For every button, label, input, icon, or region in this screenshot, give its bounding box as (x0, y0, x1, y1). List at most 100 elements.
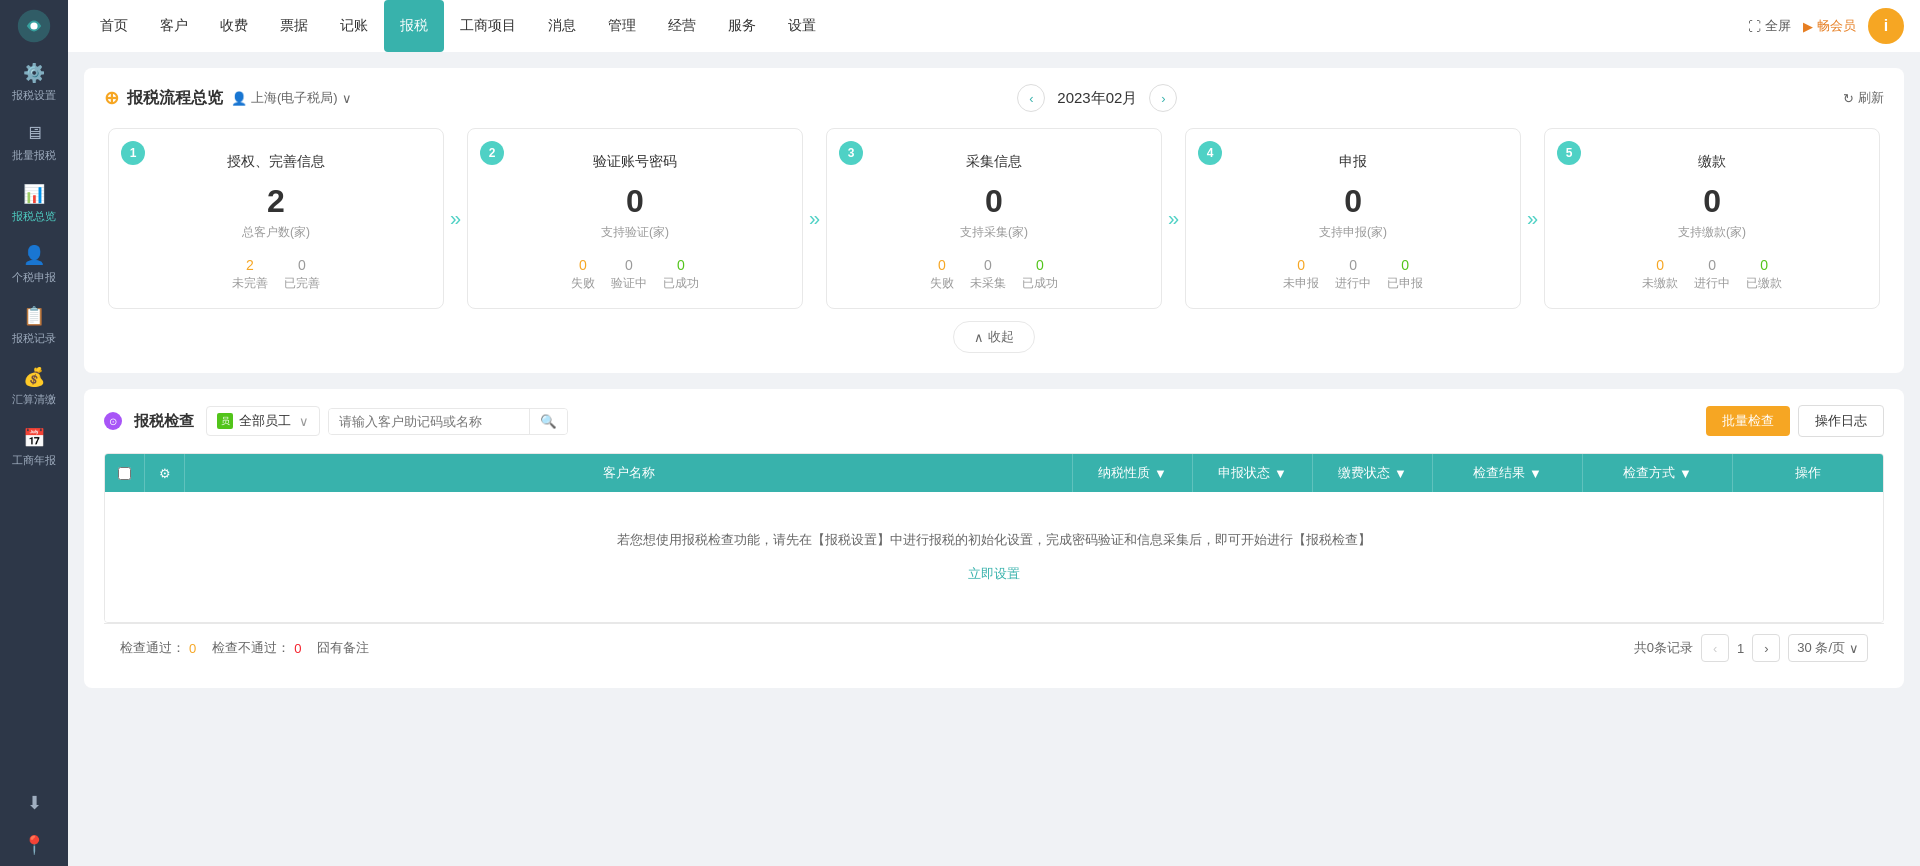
step-5-stat-2[interactable]: 0 已缴款 (1746, 257, 1782, 292)
step-2-stat-1[interactable]: 0 验证中 (611, 257, 647, 292)
step-5-count: 0 (1561, 183, 1863, 220)
step-3-stat-1[interactable]: 0 未采集 (970, 257, 1006, 292)
overview-header: ⊕ 报税流程总览 👤 上海(电子税局) ∨ ‹ 2023年02月 › ↻ 刷新 (104, 84, 1884, 112)
topnav: 首页 客户 收费 票据 记账 报税 工商项目 消息 (68, 0, 1920, 52)
step-1-stat-1-label: 已完善 (284, 275, 320, 292)
next-page-btn[interactable]: › (1752, 634, 1780, 662)
content-area: ⊕ 报税流程总览 👤 上海(电子税局) ∨ ‹ 2023年02月 › ↻ 刷新 (68, 52, 1920, 866)
fail-count[interactable]: 0 (294, 641, 301, 656)
filter-icon: ▼ (1679, 466, 1692, 481)
next-month-btn[interactable]: › (1149, 84, 1177, 112)
nav-invoice[interactable]: 票据 (264, 0, 324, 52)
search-button[interactable]: 🔍 (529, 409, 567, 434)
search-wrap: 🔍 (328, 408, 568, 435)
prev-page-btn[interactable]: ‹ (1701, 634, 1729, 662)
step-2-number: 2 (480, 141, 504, 165)
topnav-right: ⛶ 全屏 ▶ 畅会员 i (1748, 8, 1904, 44)
vip-icon: ▶ (1803, 19, 1813, 34)
sidebar-item-location[interactable]: 📍 (0, 824, 68, 866)
step-3-card: 3 采集信息 0 支持采集(家) 0 失败 0 未采集 (826, 128, 1162, 309)
check-header: ⊙ 报税检查 员 全部员工 ∨ 🔍 批量检查 操作日志 (104, 405, 1884, 437)
location-icon: 📍 (23, 834, 45, 856)
nav-customer[interactable]: 客户 (144, 0, 204, 52)
step-4-title: 申报 (1202, 153, 1504, 171)
step-4-stat-2[interactable]: 0 已申报 (1387, 257, 1423, 292)
fail-stat: 检查不通过： 0 (212, 639, 301, 657)
per-page-select[interactable]: 30 条/页 ∨ (1788, 634, 1868, 662)
step-2-card: 2 验证账号密码 0 支持验证(家) 0 失败 0 验证中 (467, 128, 803, 309)
employee-filter[interactable]: 员 全部员工 ∨ (206, 406, 320, 436)
step-1-stat-0-label: 未完善 (232, 275, 268, 292)
sidebar-item-tax-records[interactable]: 📋 报税记录 (0, 295, 68, 356)
sidebar-item-personal-tax[interactable]: 👤 个税申报 (0, 234, 68, 295)
sidebar-bottom: ⬇ 📍 (0, 782, 68, 866)
step-4-stat-0[interactable]: 0 未申报 (1283, 257, 1319, 292)
nav-accounting[interactable]: 记账 (324, 0, 384, 52)
nav-home[interactable]: 首页 (84, 0, 144, 52)
location-tag[interactable]: 👤 上海(电子税局) ∨ (231, 89, 352, 107)
clearing-icon: 💰 (23, 366, 45, 388)
search-input[interactable] (329, 409, 529, 434)
sidebar-item-clearing[interactable]: 💰 汇算清缴 (0, 356, 68, 417)
step-4-card: 4 申报 0 支持申报(家) 0 未申报 0 进行中 (1185, 128, 1521, 309)
step-4-stat-1[interactable]: 0 进行中 (1335, 257, 1371, 292)
tax-settings-icon: ⚙️ (23, 62, 45, 84)
select-all-checkbox[interactable] (118, 467, 131, 480)
step-1-stat-1[interactable]: 0 已完善 (284, 257, 320, 292)
refresh-icon: ↻ (1843, 91, 1854, 106)
step-5-stat-0[interactable]: 0 未缴款 (1642, 257, 1678, 292)
step-1-stat-0[interactable]: 2 未完善 (232, 257, 268, 292)
th-check-method[interactable]: 检查方式 ▼ (1583, 454, 1733, 492)
vip-btn[interactable]: ▶ 畅会员 (1803, 17, 1856, 35)
user-avatar[interactable]: i (1868, 8, 1904, 44)
th-payment-status[interactable]: 缴费状态 ▼ (1313, 454, 1433, 492)
refresh-btn[interactable]: ↻ 刷新 (1843, 89, 1884, 107)
nav-tax[interactable]: 报税 (384, 0, 444, 52)
nav-business[interactable]: 工商项目 (444, 0, 532, 52)
step-3-title: 采集信息 (843, 153, 1145, 171)
step-1-count: 2 (125, 183, 427, 220)
sidebar-item-annual-report[interactable]: 📅 工商年报 (0, 417, 68, 478)
step-5-stat-1[interactable]: 0 进行中 (1694, 257, 1730, 292)
th-settings[interactable]: ⚙ (145, 454, 185, 492)
fullscreen-btn[interactable]: ⛶ 全屏 (1748, 17, 1791, 35)
collapse-row: ∧ 收起 (104, 321, 1884, 353)
step-2-stat-0[interactable]: 0 失败 (571, 257, 595, 292)
table-footer: 检查通过： 0 检查不通过： 0 囧有备注 共0条记录 ‹ 1 › 30 条/页 (104, 623, 1884, 672)
nav-service[interactable]: 服务 (712, 0, 772, 52)
app-logo[interactable] (0, 0, 68, 52)
pass-count[interactable]: 0 (189, 641, 196, 656)
filter-group: 员 全部员工 ∨ 🔍 (206, 406, 568, 436)
sidebar-item-batch-tax[interactable]: 🖥 批量报税 (0, 113, 68, 173)
collapse-btn[interactable]: ∧ 收起 (953, 321, 1035, 353)
batch-check-button[interactable]: 批量检查 (1706, 406, 1790, 436)
sidebar-item-tax-settings[interactable]: ⚙️ 报税设置 (0, 52, 68, 113)
step-1-number: 1 (121, 141, 145, 165)
nav-settings[interactable]: 设置 (772, 0, 832, 52)
nav-fee[interactable]: 收费 (204, 0, 264, 52)
filter-icon: ▼ (1529, 466, 1542, 481)
nav-management[interactable]: 管理 (592, 0, 652, 52)
step-2-stat-2[interactable]: 0 已成功 (663, 257, 699, 292)
th-check-result[interactable]: 检查结果 ▼ (1433, 454, 1583, 492)
th-tax-nature[interactable]: 纳税性质 ▼ (1073, 454, 1193, 492)
annual-report-icon: 📅 (23, 427, 45, 449)
th-operation: 操作 (1733, 454, 1883, 492)
steps-row: 1 授权、完善信息 2 总客户数(家) 2 未完善 0 已完善 (104, 128, 1884, 309)
sidebar-item-tax-overview[interactable]: 📊 报税总览 (0, 173, 68, 234)
step-1-title: 授权、完善信息 (125, 153, 427, 171)
th-checkbox[interactable] (105, 454, 145, 492)
step-3-stat-2[interactable]: 0 已成功 (1022, 257, 1058, 292)
step-2-title: 验证账号密码 (484, 153, 786, 171)
th-declare-status[interactable]: 申报状态 ▼ (1193, 454, 1313, 492)
setup-link[interactable]: 立即设置 (968, 566, 1020, 581)
pass-stat: 检查通过： 0 (120, 639, 196, 657)
step-1-stats: 2 未完善 0 已完善 (125, 257, 427, 292)
nav-operation[interactable]: 经营 (652, 0, 712, 52)
nav-message[interactable]: 消息 (532, 0, 592, 52)
sidebar-item-download[interactable]: ⬇ (0, 782, 68, 824)
log-button[interactable]: 操作日志 (1798, 405, 1884, 437)
step-2-stats: 0 失败 0 验证中 0 已成功 (484, 257, 786, 292)
prev-month-btn[interactable]: ‹ (1017, 84, 1045, 112)
step-3-stat-0[interactable]: 0 失败 (930, 257, 954, 292)
